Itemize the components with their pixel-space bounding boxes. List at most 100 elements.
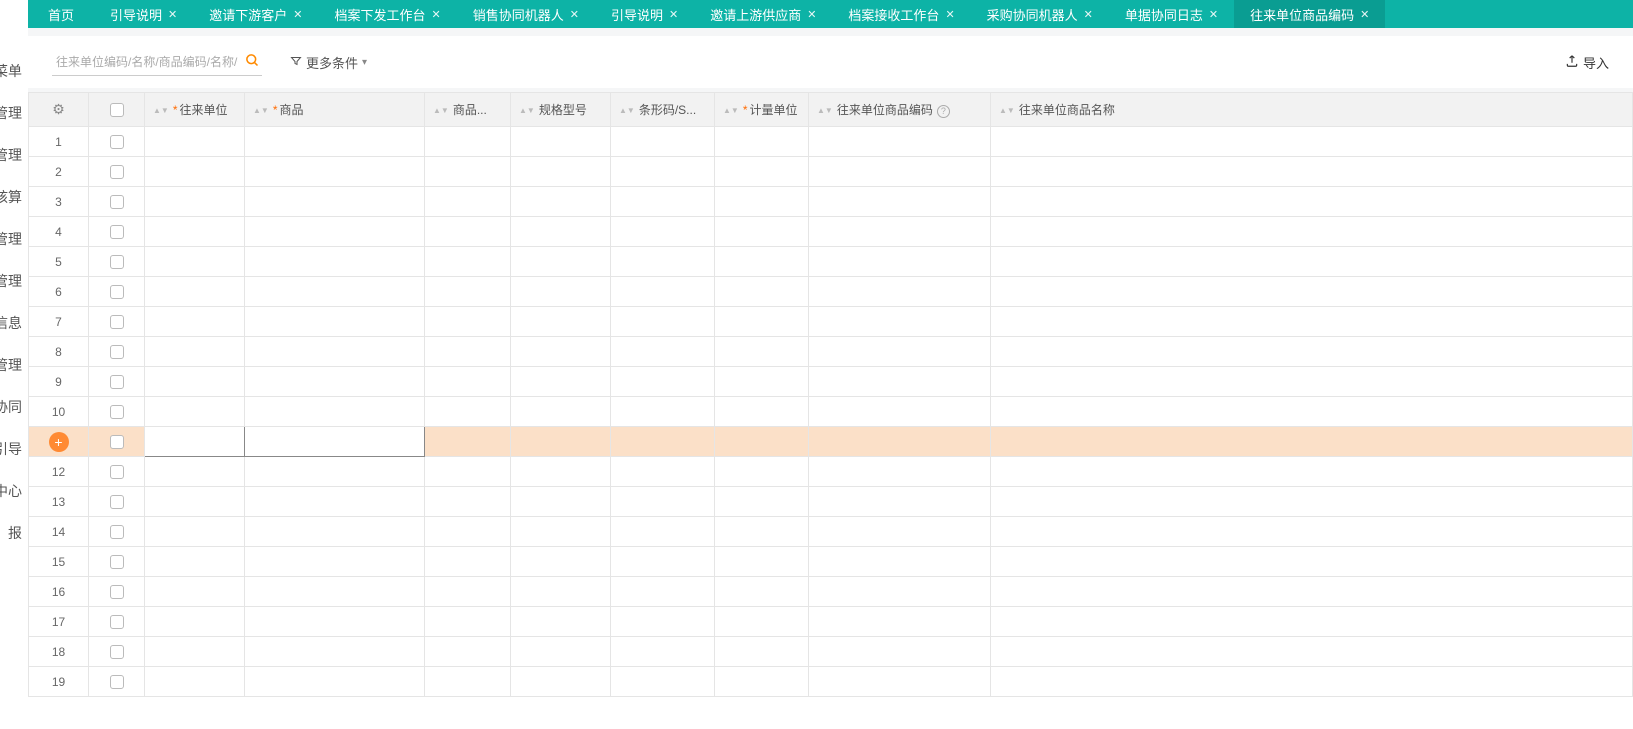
cell[interactable]: [145, 667, 245, 697]
cell[interactable]: [145, 577, 245, 607]
sidebar-item-0[interactable]: 菜单: [0, 50, 28, 92]
tab-0[interactable]: 首页: [28, 0, 94, 28]
cell[interactable]: [715, 397, 809, 427]
cell[interactable]: [511, 667, 611, 697]
cell[interactable]: [611, 667, 715, 697]
close-icon[interactable]: ✕: [293, 8, 302, 21]
tab-8[interactable]: 采购协同机器人✕: [971, 0, 1109, 28]
column-check-all[interactable]: [89, 93, 145, 127]
row-checkbox[interactable]: [110, 435, 124, 449]
cell[interactable]: [611, 247, 715, 277]
cell[interactable]: [809, 337, 991, 367]
cell[interactable]: [145, 457, 245, 487]
cell[interactable]: [991, 517, 1633, 547]
more-conditions-button[interactable]: 更多条件 ▾: [290, 53, 367, 72]
cell[interactable]: [511, 457, 611, 487]
row-checkbox[interactable]: [110, 525, 124, 539]
tab-4[interactable]: 销售协同机器人✕: [457, 0, 595, 28]
cell[interactable]: [425, 637, 511, 667]
cell[interactable]: [991, 427, 1633, 457]
column-header-partner[interactable]: ▲▼*往来单位: [145, 93, 245, 127]
cell[interactable]: [425, 427, 511, 457]
cell[interactable]: [715, 637, 809, 667]
cell[interactable]: [715, 577, 809, 607]
table-row[interactable]: 6: [29, 277, 1633, 307]
search-icon[interactable]: [245, 53, 260, 72]
cell[interactable]: [715, 277, 809, 307]
cell[interactable]: [991, 307, 1633, 337]
table-row[interactable]: 8: [29, 337, 1633, 367]
table-row[interactable]: 16: [29, 577, 1633, 607]
cell[interactable]: [611, 127, 715, 157]
cell[interactable]: [511, 307, 611, 337]
row-checkbox[interactable]: [110, 375, 124, 389]
cell[interactable]: [809, 367, 991, 397]
close-icon[interactable]: ✕: [807, 8, 816, 21]
tab-2[interactable]: 邀请下游客户✕: [193, 0, 318, 28]
cell[interactable]: [511, 397, 611, 427]
row-checkbox[interactable]: [110, 495, 124, 509]
cell[interactable]: [611, 577, 715, 607]
cell[interactable]: [145, 427, 245, 457]
cell[interactable]: [715, 337, 809, 367]
cell[interactable]: [809, 397, 991, 427]
cell[interactable]: [991, 487, 1633, 517]
cell[interactable]: [715, 247, 809, 277]
cell[interactable]: [425, 547, 511, 577]
cell[interactable]: [511, 217, 611, 247]
cell[interactable]: [245, 607, 425, 637]
close-icon[interactable]: ✕: [945, 8, 954, 21]
cell[interactable]: [809, 577, 991, 607]
tab-7[interactable]: 档案接收工作台✕: [832, 0, 970, 28]
cell[interactable]: [511, 577, 611, 607]
cell[interactable]: [245, 277, 425, 307]
cell[interactable]: [425, 187, 511, 217]
cell[interactable]: [611, 487, 715, 517]
cell[interactable]: [611, 277, 715, 307]
tab-3[interactable]: 档案下发工作台✕: [318, 0, 456, 28]
cell[interactable]: [809, 457, 991, 487]
cell[interactable]: [991, 457, 1633, 487]
row-checkbox[interactable]: [110, 285, 124, 299]
cell[interactable]: [715, 217, 809, 247]
cell[interactable]: [715, 127, 809, 157]
column-header-barcode[interactable]: ▲▼条形码/S...: [611, 93, 715, 127]
sidebar-item-7[interactable]: 管理: [0, 344, 28, 386]
cell[interactable]: [511, 607, 611, 637]
cell[interactable]: [715, 307, 809, 337]
cell[interactable]: [715, 457, 809, 487]
cell[interactable]: [425, 277, 511, 307]
cell[interactable]: [425, 397, 511, 427]
cell[interactable]: [245, 517, 425, 547]
cell[interactable]: [991, 547, 1633, 577]
table-row[interactable]: 4: [29, 217, 1633, 247]
sidebar-item-11[interactable]: 报: [0, 512, 28, 554]
cell[interactable]: [145, 637, 245, 667]
cell[interactable]: [991, 187, 1633, 217]
table-row[interactable]: 12: [29, 457, 1633, 487]
cell[interactable]: [809, 277, 991, 307]
cell[interactable]: [511, 547, 611, 577]
column-header-spec[interactable]: ▲▼规格型号: [511, 93, 611, 127]
column-header-partner-code[interactable]: ▲▼往来单位商品编码?: [809, 93, 991, 127]
row-checkbox[interactable]: [110, 585, 124, 599]
table-row[interactable]: 13: [29, 487, 1633, 517]
cell[interactable]: [145, 277, 245, 307]
cell[interactable]: [145, 247, 245, 277]
sidebar-item-2[interactable]: 管理: [0, 134, 28, 176]
row-checkbox[interactable]: [110, 615, 124, 629]
cell[interactable]: [245, 667, 425, 697]
cell[interactable]: [511, 367, 611, 397]
cell[interactable]: [145, 517, 245, 547]
cell[interactable]: [809, 127, 991, 157]
cell[interactable]: [991, 667, 1633, 697]
tab-10[interactable]: 往来单位商品编码✕: [1234, 0, 1385, 28]
sidebar-item-3[interactable]: 核算: [0, 176, 28, 218]
table-row[interactable]: 10: [29, 397, 1633, 427]
sidebar-item-10[interactable]: 中心: [0, 470, 28, 512]
table-row[interactable]: 17: [29, 607, 1633, 637]
cell[interactable]: [991, 607, 1633, 637]
cell[interactable]: [245, 547, 425, 577]
close-icon[interactable]: ✕: [168, 8, 177, 21]
table-row[interactable]: 2: [29, 157, 1633, 187]
